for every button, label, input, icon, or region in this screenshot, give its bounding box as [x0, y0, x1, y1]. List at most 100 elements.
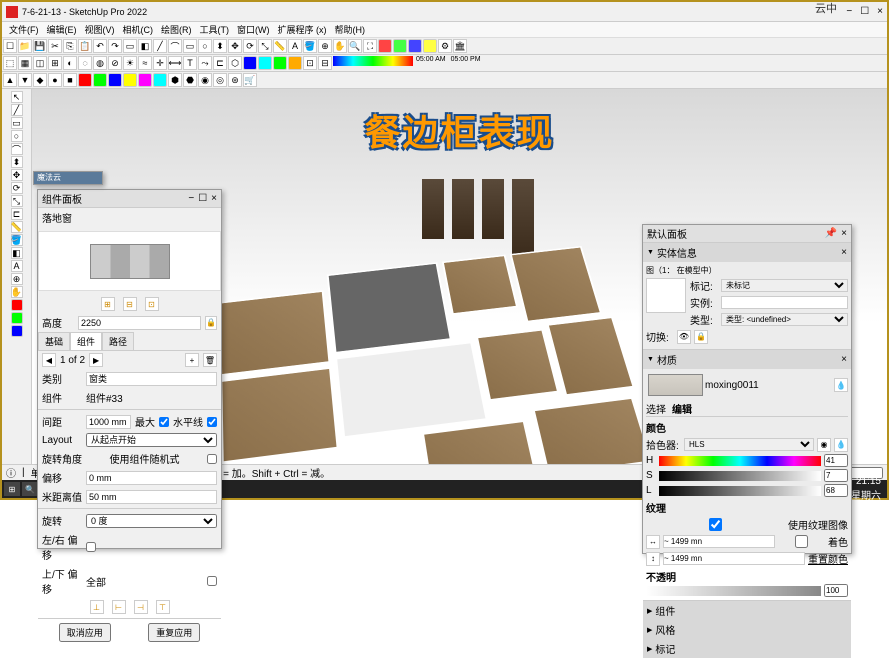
color-green-icon[interactable]: [393, 39, 407, 53]
picker-select[interactable]: HLS: [684, 438, 814, 451]
lt-green-icon[interactable]: [11, 312, 23, 324]
solid-blue-icon[interactable]: [243, 56, 257, 70]
orbit-icon[interactable]: ⊕: [318, 39, 332, 53]
type-select[interactable]: 类型: <undefined>: [721, 313, 848, 326]
lt-line-icon[interactable]: ╱: [11, 104, 23, 116]
lum-slider[interactable]: [659, 486, 821, 496]
xray-icon[interactable]: ◍: [93, 56, 107, 70]
color-blue-icon[interactable]: [408, 39, 422, 53]
new-icon[interactable]: ☐: [3, 39, 17, 53]
lt-scale-icon[interactable]: ⤡: [11, 195, 23, 207]
fog-icon[interactable]: ≈: [138, 56, 152, 70]
component-icon[interactable]: ⊟: [318, 56, 332, 70]
pan-icon[interactable]: ✋: [333, 39, 347, 53]
move-icon[interactable]: ✥: [228, 39, 242, 53]
push-pull-icon[interactable]: ⬍: [213, 39, 227, 53]
lr-checkbox[interactable]: [86, 542, 96, 552]
solid-orange-icon[interactable]: [288, 56, 302, 70]
save-icon[interactable]: 💾: [33, 39, 47, 53]
cart-icon[interactable]: 🛒: [243, 73, 257, 87]
group-icon[interactable]: ⊡: [303, 56, 317, 70]
all-checkbox[interactable]: [207, 576, 217, 586]
plugin-icon-3[interactable]: ◆: [33, 73, 47, 87]
component-panel-header[interactable]: 组件面板 − ☐ ×: [38, 190, 221, 208]
lt-paint-icon[interactable]: 🪣: [11, 234, 23, 246]
material-picker-icon[interactable]: 💧: [834, 378, 848, 392]
axis-icon-2[interactable]: ⊢: [112, 600, 126, 614]
styles-section-header[interactable]: ▶ 风格: [643, 620, 851, 639]
opacity-input[interactable]: [824, 584, 848, 597]
category-input[interactable]: [86, 372, 217, 386]
apply-button[interactable]: 重复应用: [148, 623, 200, 642]
panel-close-icon[interactable]: ×: [211, 193, 217, 204]
tab-path[interactable]: 路径: [102, 332, 134, 350]
follow-icon[interactable]: ⤳: [198, 56, 212, 70]
plugin-icon-1[interactable]: ▲: [3, 73, 17, 87]
offset-icon[interactable]: ⊏: [213, 56, 227, 70]
components-section-header[interactable]: ▶ 组件: [643, 601, 851, 620]
cut-icon[interactable]: ✂: [48, 39, 62, 53]
hue-input[interactable]: [824, 454, 848, 467]
lt-red-icon[interactable]: [11, 299, 23, 311]
minimize-button[interactable]: −: [846, 6, 852, 17]
color-yellow-icon[interactable]: [423, 39, 437, 53]
height-input[interactable]: [78, 316, 201, 330]
paste-icon[interactable]: 📋: [78, 39, 92, 53]
circle-icon[interactable]: ○: [198, 39, 212, 53]
hidden-icon[interactable]: ◌: [78, 56, 92, 70]
axis-icon-1[interactable]: ⊥: [90, 600, 104, 614]
redo-icon[interactable]: ↷: [108, 39, 122, 53]
lt-move-icon[interactable]: ✥: [11, 169, 23, 181]
height-lock-icon[interactable]: 🔒: [205, 316, 217, 330]
plugin-icon-6[interactable]: ⬢: [168, 73, 182, 87]
lt-pan-icon[interactable]: ✋: [11, 286, 23, 298]
color-wheel-icon[interactable]: ◉: [817, 438, 831, 452]
panel-minimize-icon[interactable]: −: [188, 193, 194, 204]
paint-icon[interactable]: 🪣: [303, 39, 317, 53]
instance-input[interactable]: [721, 296, 848, 309]
select-icon[interactable]: ▭: [123, 39, 137, 53]
top-icon[interactable]: ▦: [18, 56, 32, 70]
lt-rect-icon[interactable]: ▭: [11, 117, 23, 129]
menu-draw[interactable]: 绘图(R): [158, 22, 195, 37]
axis-icon-3[interactable]: ⊣: [134, 600, 148, 614]
arc-icon[interactable]: ⌒: [168, 39, 182, 53]
color-red-icon[interactable]: [378, 39, 392, 53]
z-offset-input[interactable]: [86, 490, 217, 504]
lt-offset-icon[interactable]: ⊏: [11, 208, 23, 220]
material-swatch[interactable]: [648, 374, 703, 396]
iso-icon[interactable]: ⬚: [3, 56, 17, 70]
sat-input[interactable]: [824, 469, 848, 482]
eyedropper-icon[interactable]: 💧: [834, 438, 848, 452]
menu-extensions[interactable]: 扩展程序 (x): [275, 22, 330, 37]
plugin-icon-7[interactable]: ⬣: [183, 73, 197, 87]
zoom-extents-icon[interactable]: ⛶: [363, 39, 377, 53]
plugin-cyan-icon[interactable]: [153, 73, 167, 87]
tray-close-icon[interactable]: ×: [841, 228, 847, 239]
zoom-icon[interactable]: 🔍: [348, 39, 362, 53]
plugin-icon-4[interactable]: ●: [48, 73, 62, 87]
axis-select[interactable]: 0 度: [86, 514, 217, 528]
preset-icon-1[interactable]: ⊞: [101, 297, 115, 311]
cancel-button[interactable]: 取消应用: [59, 623, 111, 642]
horizontal-checkbox[interactable]: [207, 417, 217, 427]
lt-rotate-icon[interactable]: ⟳: [11, 182, 23, 194]
axis-icon-4[interactable]: ⊤: [156, 600, 170, 614]
nav-next-icon[interactable]: ▶: [89, 353, 103, 367]
plugin-magenta-icon[interactable]: [138, 73, 152, 87]
lt-push-icon[interactable]: ⬍: [11, 156, 23, 168]
preset-icon-2[interactable]: ⊟: [123, 297, 137, 311]
menu-camera[interactable]: 相机(C): [120, 22, 157, 37]
lt-circle-icon[interactable]: ○: [11, 130, 23, 142]
cloud-mini-panel[interactable]: 魔法云: [33, 171, 103, 185]
wireframe-icon[interactable]: ⊞: [48, 56, 62, 70]
solid-cyan-icon[interactable]: [258, 56, 272, 70]
preset-icon-3[interactable]: ⊡: [145, 297, 159, 311]
lt-tape-icon[interactable]: 📏: [11, 221, 23, 233]
plugin-yellow-icon[interactable]: [123, 73, 137, 87]
close-button[interactable]: ×: [877, 6, 883, 17]
delete-icon[interactable]: 🗑: [203, 353, 217, 367]
front-icon[interactable]: ◫: [33, 56, 47, 70]
entity-close-icon[interactable]: ×: [841, 247, 847, 258]
start-button[interactable]: ⊞: [4, 482, 20, 496]
